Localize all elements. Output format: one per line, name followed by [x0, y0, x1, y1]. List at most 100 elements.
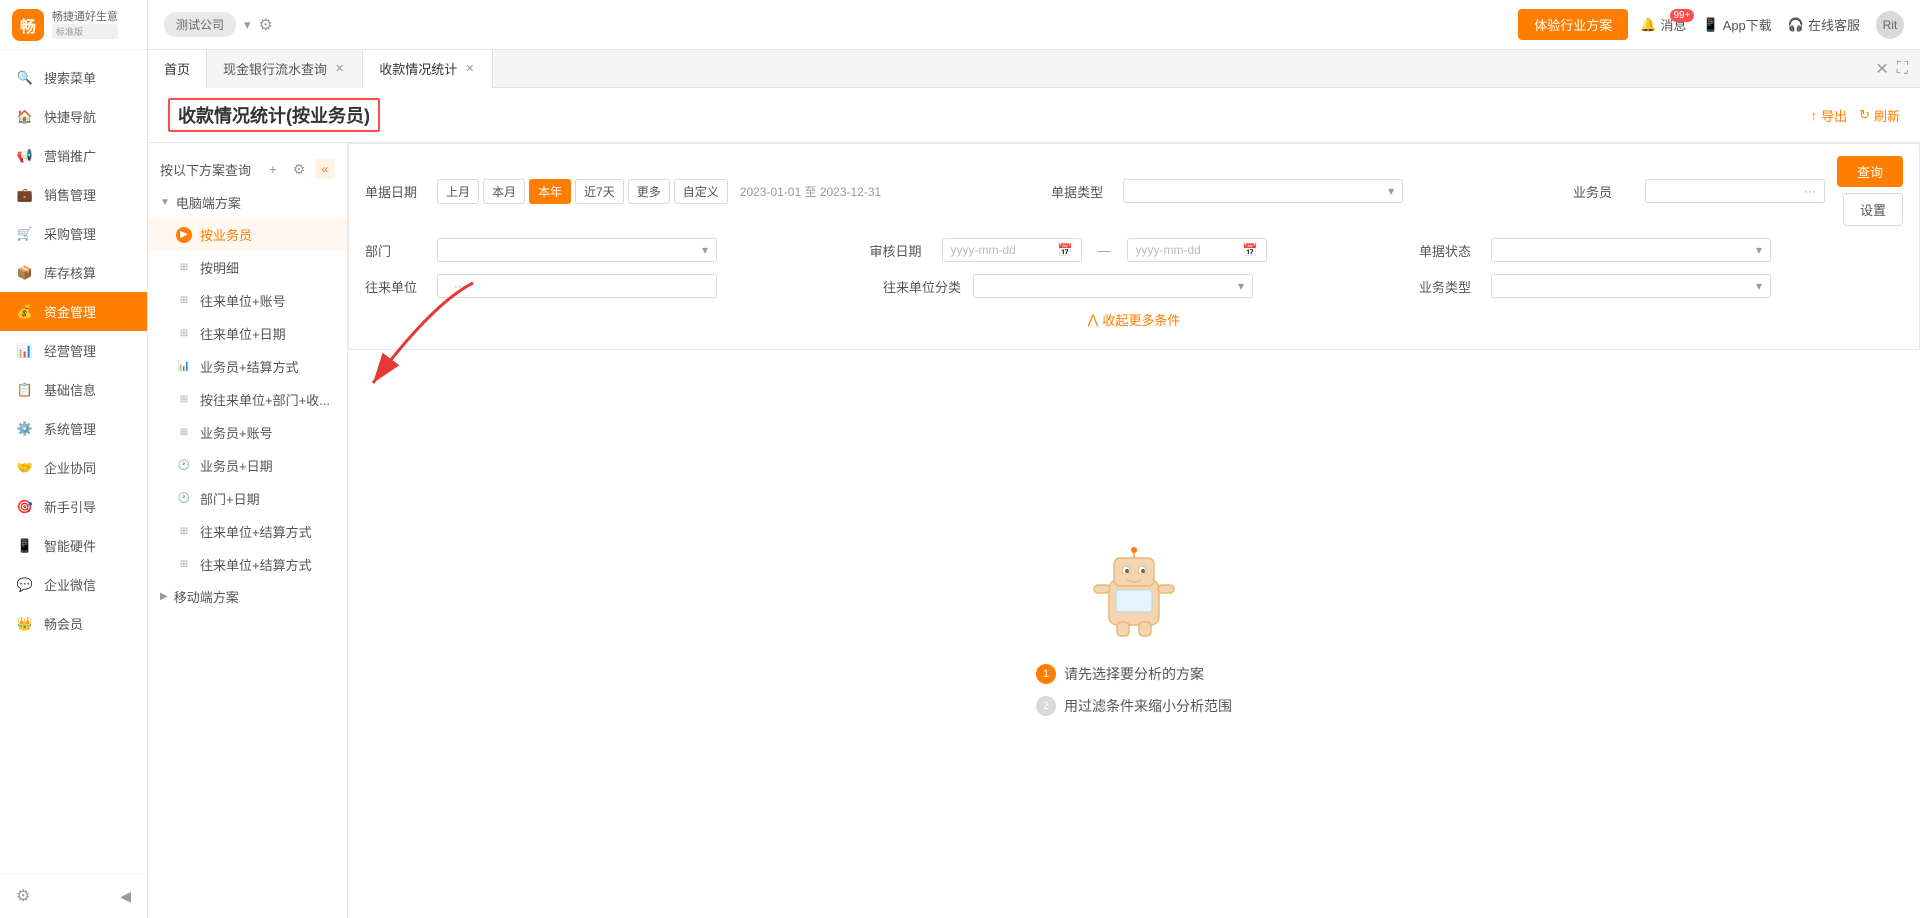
right-panel: 单据日期 上月 本月 本年 近7天 更多 自定义 2023-01-01 至 20… [348, 143, 1920, 918]
user-avatar[interactable]: Rit [1876, 11, 1904, 39]
review-date-start-value: yyyy-mm-dd [951, 243, 1016, 257]
scheme-item-unit-dept[interactable]: ⊞ 按往来单位+部门+收... [148, 383, 347, 416]
sidebar-item-basic[interactable]: 📋 基础信息 [0, 370, 147, 409]
topbar-dropdown-icon[interactable]: ▾ [244, 17, 251, 33]
refresh-label: 刷新 [1874, 106, 1900, 125]
search-menu-icon: 🔍 [16, 69, 34, 87]
sidebar-collapse-icon[interactable]: ◀ [120, 888, 131, 905]
calendar-end-icon: 📅 [1243, 243, 1258, 257]
scheme-group-mobile: ▶ 移动端方案 [148, 581, 347, 612]
trial-button[interactable]: 体验行业方案 [1518, 9, 1628, 40]
collapse-up-icon: ⋀ [1088, 312, 1099, 328]
sidebar-item-system[interactable]: ⚙️ 系统管理 [0, 409, 147, 448]
scheme-group-mobile-header[interactable]: ▶ 移动端方案 [148, 581, 347, 612]
scheme-item-by-detail[interactable]: ⊞ 按明细 [148, 251, 347, 284]
sidebar-item-finance[interactable]: 💰 资金管理 [0, 292, 147, 331]
sidebar-item-guide[interactable]: 🎯 新手引导 [0, 487, 147, 526]
logo-text-wrap: 畅捷通好生意 标准版 [52, 10, 118, 39]
date-btn-custom[interactable]: 自定义 [674, 179, 728, 204]
scheme-item-salesperson-settlement[interactable]: 📊 业务员+结算方式 [148, 350, 347, 383]
empty-illustration [1084, 540, 1184, 640]
scheme-item-label: 业务员+账号 [200, 423, 273, 442]
scheme-item-unit-settlement1[interactable]: ⊞ 往来单位+结算方式 [148, 515, 347, 548]
scheme-item-dept-date[interactable]: 🕐 部门+日期 [148, 482, 347, 515]
sidebar: 畅 畅捷通好生意 标准版 🔍 搜索菜单 🏠 快捷导航 📢 营销推广 💼 销售管理… [0, 0, 148, 918]
sidebar-item-marketing[interactable]: 📢 营销推广 [0, 136, 147, 175]
logo-badge: 标准版 [52, 24, 118, 39]
sidebar-item-quick-nav[interactable]: 🏠 快捷导航 [0, 97, 147, 136]
tab-close-all-icon[interactable]: ✕ [1875, 59, 1888, 79]
salesperson-select[interactable]: ··· [1645, 179, 1825, 203]
scheme-item-grid-icon: ⊞ [176, 557, 192, 573]
sidebar-item-enterprise[interactable]: 🤝 企业协同 [0, 448, 147, 487]
member-icon: 👑 [16, 615, 34, 633]
counterpart-classify-select[interactable]: ▾ [973, 274, 1253, 298]
sidebar-item-operations[interactable]: 📊 经营管理 [0, 331, 147, 370]
sidebar-item-search-menu[interactable]: 🔍 搜索菜单 [0, 58, 147, 97]
doc-type-label: 单据类型 [1051, 182, 1111, 201]
sidebar-settings-icon[interactable]: ⚙ [16, 886, 30, 906]
sidebar-item-sales[interactable]: 💼 销售管理 [0, 175, 147, 214]
biz-type-select[interactable]: ▾ [1491, 274, 1771, 298]
tab-maximize-icon[interactable]: ⛶ [1897, 60, 1908, 78]
doc-status-select[interactable]: ▾ [1491, 238, 1771, 262]
scheme-add-button[interactable]: + [263, 159, 283, 179]
review-date-end[interactable]: yyyy-mm-dd 📅 [1127, 238, 1267, 262]
refresh-button[interactable]: ↻ 刷新 [1859, 106, 1900, 125]
scheme-item-unit-account[interactable]: ⊞ 往来单位+账号 [148, 284, 347, 317]
scheme-settings-button[interactable]: ⚙ [289, 159, 309, 179]
date-btn-last-month[interactable]: 上月 [437, 179, 479, 204]
tab-receipt-stats-close[interactable]: ✕ [463, 60, 476, 77]
date-btn-7days[interactable]: 近7天 [575, 179, 624, 204]
sidebar-item-hardware[interactable]: 📱 智能硬件 [0, 526, 147, 565]
doc-type-select[interactable]: ▾ [1123, 179, 1403, 203]
sidebar-item-label: 智能硬件 [44, 536, 96, 555]
logo-icon: 畅 [12, 9, 44, 41]
counterpart-select[interactable]: ··· [437, 274, 717, 298]
online-service-button[interactable]: 🎧 在线客服 [1788, 15, 1860, 34]
tab-home[interactable]: 首页 [148, 50, 207, 88]
filter-settings-button[interactable]: 设置 [1843, 193, 1903, 226]
sidebar-nav: 🔍 搜索菜单 🏠 快捷导航 📢 营销推广 💼 销售管理 🛒 采购管理 📦 库存核… [0, 50, 147, 873]
topbar-user[interactable]: 测试公司 [164, 12, 236, 37]
sidebar-item-label: 系统管理 [44, 419, 96, 438]
tab-receipt-stats-label: 收款情况统计 [379, 59, 457, 78]
scheme-item-label: 部门+日期 [200, 489, 260, 508]
scheme-panel: 按以下方案查询 + ⚙ « ▼ 电脑端方案 ▶ 按业务员 ⊞ [148, 143, 348, 918]
scheme-item-salesperson-date[interactable]: 🕐 业务员+日期 [148, 449, 347, 482]
messages-badge: 99+ [1670, 9, 1695, 22]
doc-status-label: 单据状态 [1419, 241, 1479, 260]
filter-section: 单据日期 上月 本月 本年 近7天 更多 自定义 2023-01-01 至 20… [348, 143, 1920, 350]
tab-receipt-stats[interactable]: 收款情况统计 ✕ [363, 50, 493, 88]
tab-bank-flow[interactable]: 现金银行流水查询 ✕ [207, 50, 363, 88]
scheme-item-unit-settlement2[interactable]: ⊞ 往来单位+结算方式 [148, 548, 347, 581]
date-btn-more[interactable]: 更多 [628, 179, 670, 204]
scheme-item-salesperson-account[interactable]: ⊞ 业务员+账号 [148, 416, 347, 449]
sidebar-item-purchase[interactable]: 🛒 采购管理 [0, 214, 147, 253]
tab-home-label: 首页 [164, 59, 190, 78]
scheme-item-by-salesperson[interactable]: ▶ 按业务员 [148, 218, 347, 251]
sidebar-item-inventory[interactable]: 📦 库存核算 [0, 253, 147, 292]
app-download-button[interactable]: 📱 App下载 [1702, 15, 1771, 34]
scheme-item-label: 按明细 [200, 258, 239, 277]
empty-steps: 1 请先选择要分析的方案 2 用过滤条件来缩小分析范围 [1036, 664, 1232, 728]
topbar-gear-icon[interactable]: ⚙ [259, 15, 273, 35]
dept-select[interactable]: ▾ [437, 238, 717, 262]
tab-bank-flow-close[interactable]: ✕ [333, 60, 346, 77]
scheme-group-desktop-header[interactable]: ▼ 电脑端方案 [148, 187, 347, 218]
sidebar-item-member[interactable]: 👑 畅会员 [0, 604, 147, 643]
scheme-item-clock-icon: 🕐 [176, 491, 192, 507]
date-btn-this-month[interactable]: 本月 [483, 179, 525, 204]
filter-row-counterpart: 往来单位 ··· 往来单位分类 ▾ 业务类型 ▾ [365, 274, 1903, 298]
search-button[interactable]: 查询 [1837, 156, 1903, 187]
review-date-start[interactable]: yyyy-mm-dd 📅 [942, 238, 1082, 262]
scheme-group-mobile-arrow-icon: ▶ [160, 591, 168, 602]
scheme-collapse-button[interactable]: « [315, 159, 335, 179]
scheme-item-unit-date[interactable]: ⊞ 往来单位+日期 [148, 317, 347, 350]
collapse-filter-button[interactable]: ⋀ 收起更多条件 [365, 310, 1903, 329]
export-button[interactable]: ↑ 导出 [1811, 106, 1848, 125]
date-btn-this-year[interactable]: 本年 [529, 179, 571, 204]
step-2-number: 2 [1036, 696, 1056, 716]
sidebar-item-wechat[interactable]: 💬 企业微信 [0, 565, 147, 604]
messages-button[interactable]: 🔔 消息 99+ [1640, 15, 1686, 34]
